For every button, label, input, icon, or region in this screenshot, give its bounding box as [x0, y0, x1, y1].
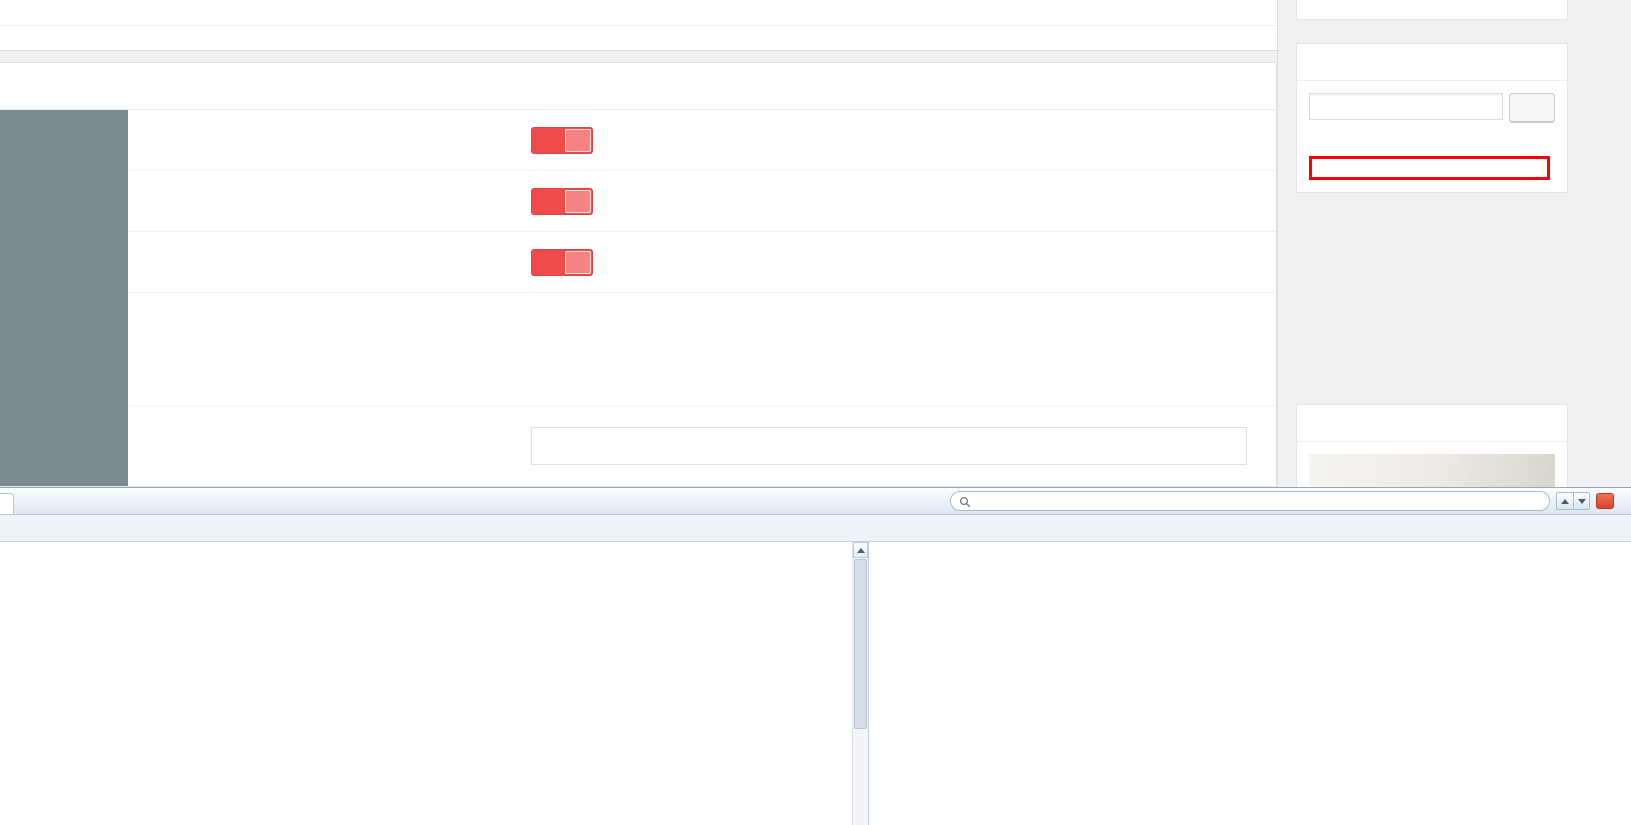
toggle-knob: [565, 128, 591, 152]
html-tree: [0, 542, 852, 825]
triangle-up-icon: [856, 547, 865, 553]
firebug-close-button[interactable]: [1596, 493, 1614, 509]
highlight-annotation-box: [1309, 156, 1550, 180]
toggle-knob: [565, 189, 591, 213]
firebug-toolbar: [0, 488, 1631, 515]
options-panel-body: [0, 110, 1276, 486]
setting-label: [128, 254, 531, 270]
editor-status-bar: [0, 26, 1277, 51]
editor-status-box: [0, 0, 1277, 51]
firebug-panel: [0, 487, 1631, 825]
firebug-search: [950, 491, 1550, 511]
chevron-down-icon: [1577, 498, 1586, 504]
setting-label: [128, 293, 531, 405]
tags-metabox: [1296, 43, 1568, 193]
tags-toggle[interactable]: [531, 187, 593, 215]
search-prev-button[interactable]: [1556, 492, 1573, 510]
new-tag-input[interactable]: [1309, 93, 1503, 120]
setting-row-social-sharing: [128, 110, 1276, 171]
editor-content-text[interactable]: [0, 0, 1277, 26]
settings-tabs: [0, 110, 128, 486]
settings-content: [128, 110, 1276, 486]
setting-row-tags: [128, 171, 1276, 232]
tags-metabox-header[interactable]: [1297, 44, 1567, 81]
screen: [0, 0, 1631, 825]
featured-image-header[interactable]: [1297, 405, 1567, 442]
setting-row-choose-sidebar: [128, 293, 1276, 406]
firebug-search-input[interactable]: [950, 491, 1550, 511]
tags-metabox-body: [1297, 81, 1567, 192]
previous-metabox-bottom: [1296, 0, 1568, 20]
search-icon: [959, 495, 971, 513]
setting-row-related-post: [128, 232, 1276, 293]
css-rules-panel: [868, 542, 1631, 825]
scrollbar-thumb[interactable]: [854, 559, 867, 729]
right-sidebar-select[interactable]: [531, 427, 1247, 465]
firebug-content: [0, 542, 1631, 825]
tree-scrollbar[interactable]: [852, 542, 868, 825]
editor-sidebar: [1278, 0, 1631, 487]
firebug-breadcrumb-bar: [0, 515, 1631, 542]
featured-image-metabox: [1296, 404, 1568, 487]
featured-image-thumbnail[interactable]: [1309, 454, 1555, 487]
add-tag-button[interactable]: [1509, 93, 1555, 122]
setting-row-select-right-sidebar: [128, 406, 1276, 486]
setting-label: [128, 193, 531, 209]
scroll-up-button[interactable]: [853, 542, 868, 558]
post-editor-column: [0, 0, 1278, 487]
search-next-button[interactable]: [1573, 492, 1590, 510]
html-tab-partial[interactable]: [0, 493, 14, 514]
options-panel-header: [0, 63, 1276, 110]
post-options-panel: [0, 62, 1277, 487]
chevron-up-icon: [1561, 498, 1569, 504]
related-post-toggle[interactable]: [531, 248, 593, 276]
setting-label: [128, 406, 531, 486]
setting-label: [128, 132, 531, 148]
breadcrumb: [0, 515, 864, 541]
search-nav-buttons: [1556, 492, 1590, 510]
toggle-knob: [565, 250, 591, 274]
social-sharing-toggle[interactable]: [531, 126, 593, 154]
